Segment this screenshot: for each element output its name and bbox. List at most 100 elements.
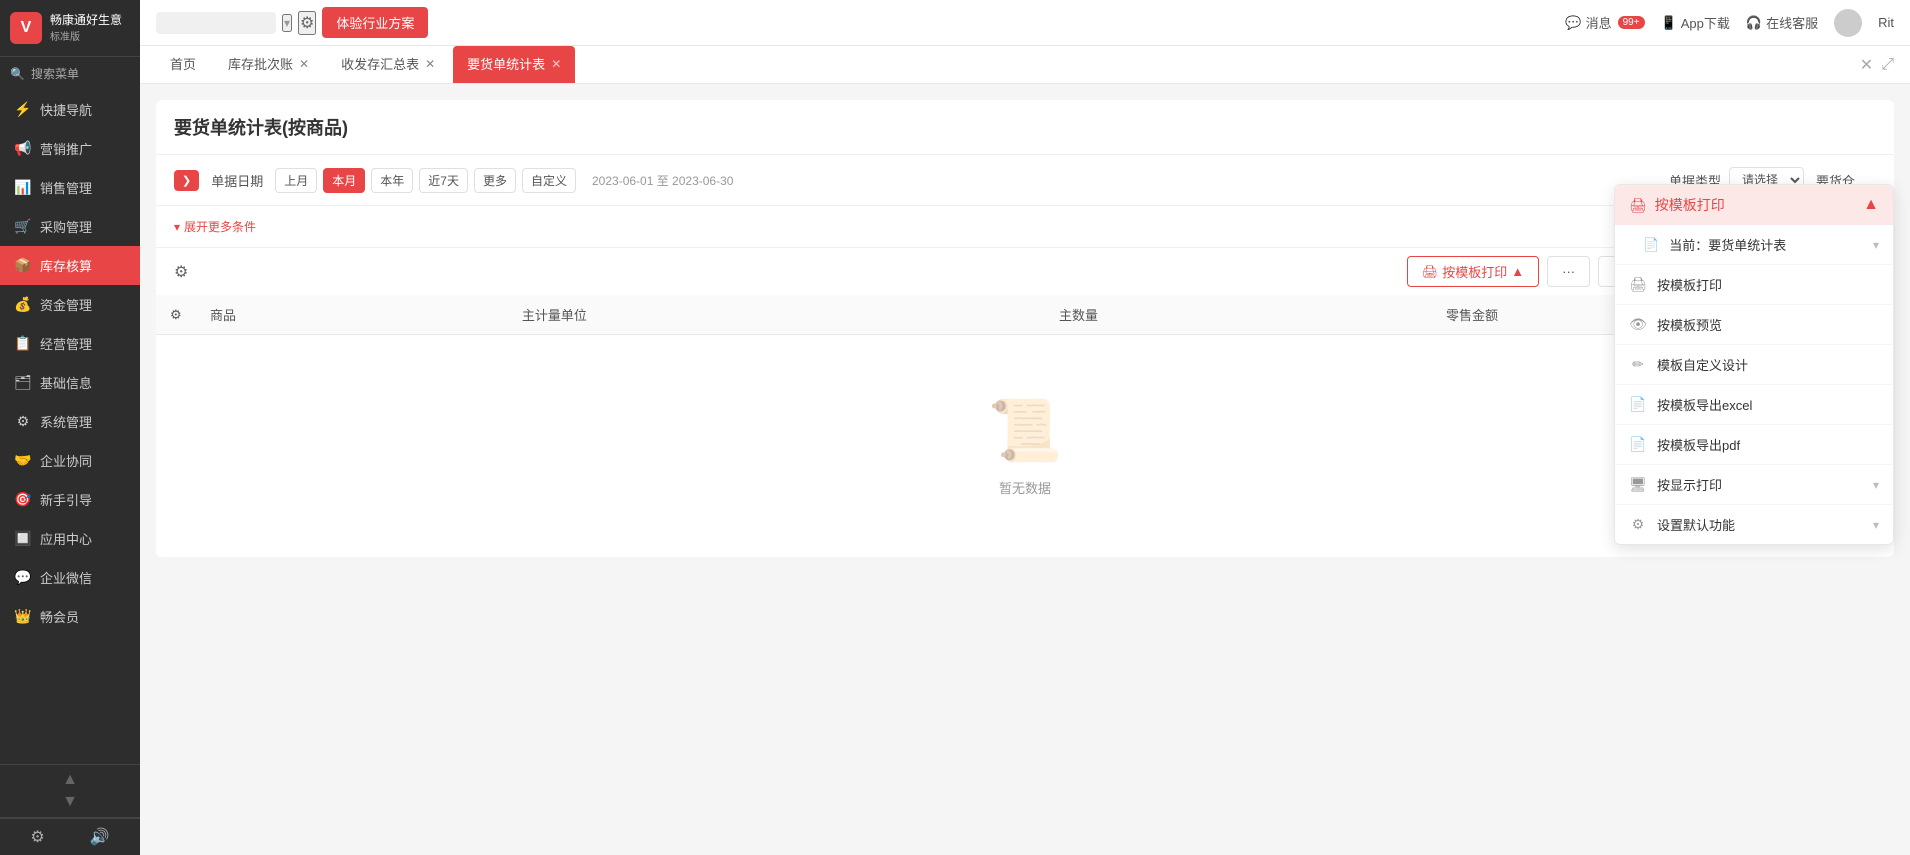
sidebar-item-inventory[interactable]: 📦 库存核算 — [0, 246, 140, 285]
topbar-right: 💬 消息 99+ 📱 App下载 🎧 在线客服 Rit — [1565, 9, 1894, 37]
sidebar: V 畅康通好生意 标准版 🔍 搜索菜单 ⚡ 快捷导航 📢 营销推广 📊 销售管理… — [0, 0, 140, 855]
sidebar-audio-icon[interactable]: 🔊 — [90, 827, 110, 847]
dropdown-item-template-excel[interactable]: 📄 按模板导出excel — [1615, 385, 1893, 425]
tab-order-stats[interactable]: 要货单统计表 ✕ — [453, 46, 575, 83]
template-print-label: 按模板打印 — [1657, 275, 1722, 294]
user-name: Rit — [1878, 15, 1894, 30]
sidebar-item-system[interactable]: ⚙ 系统管理 — [0, 402, 140, 441]
tab-batch-accounts[interactable]: 库存批次账 ✕ — [214, 46, 323, 83]
tab-home[interactable]: 首页 — [156, 46, 210, 83]
sidebar-item-sales[interactable]: 📊 销售管理 — [0, 168, 140, 207]
tab-order-stats-close[interactable]: ✕ — [551, 57, 561, 71]
sidebar-item-label: 企业微信 — [40, 568, 92, 587]
sidebar-item-finance[interactable]: 💰 资金管理 — [0, 285, 140, 324]
tabbar: 首页 库存批次账 ✕ 收发存汇总表 ✕ 要货单统计表 ✕ ✕ ⤢ — [140, 46, 1910, 84]
dropdown-item-template-preview[interactable]: 👁 按模板预览 — [1615, 305, 1893, 345]
dropdown-item-default-fn[interactable]: ⚙ 设置默认功能 ▾ — [1615, 505, 1893, 544]
sidebar-item-marketing[interactable]: 📢 营销推广 — [0, 129, 140, 168]
topbar-breadcrumb: ▾ ⚙ 体验行业方案 — [156, 7, 1555, 38]
topbar-app-download[interactable]: 📱 App下载 — [1661, 13, 1730, 32]
filter-custom-btn[interactable]: 自定义 — [522, 168, 576, 193]
filter-last-month-btn[interactable]: 上月 — [275, 168, 317, 193]
sidebar-logo: V 畅康通好生意 标准版 — [0, 0, 140, 57]
topbar-search-input[interactable] — [156, 12, 276, 34]
tabbar-expand-btn[interactable]: ⤢ — [1881, 55, 1894, 75]
filter-expand-btn[interactable]: ▾ 展开更多条件 — [174, 212, 256, 241]
message-icon: 💬 — [1565, 15, 1581, 31]
filter-this-month-btn[interactable]: 本月 — [323, 168, 365, 193]
default-fn-arrow: ▾ — [1873, 518, 1879, 532]
topbar-message[interactable]: 💬 消息 99+ — [1565, 13, 1644, 32]
sidebar-item-label: 新手引导 — [40, 490, 92, 509]
dropdown-current-template[interactable]: 📄 当前：要货单统计表 ▾ — [1615, 225, 1893, 265]
sidebar-item-quick-nav[interactable]: ⚡ 快捷导航 — [0, 90, 140, 129]
scroll-up-btn[interactable]: ▲ — [60, 769, 80, 791]
dropdown-item-template-design[interactable]: ✏ 模板自定义设计 — [1615, 345, 1893, 385]
topbar-dropdown-btn[interactable]: ▾ — [282, 14, 292, 32]
industry-btn[interactable]: 体验行业方案 — [322, 7, 428, 38]
display-print-label: 按显示打印 — [1657, 475, 1722, 494]
sidebar-item-operation[interactable]: 📋 经营管理 — [0, 324, 140, 363]
empty-illustration: 📜 — [988, 395, 1063, 466]
col-quantity: 主数量 — [1045, 295, 1432, 335]
purchase-icon: 🛒 — [14, 218, 32, 235]
toolbar-col-settings-btn[interactable]: ⚙ — [174, 262, 188, 282]
print-icon: 🖨 — [1422, 264, 1439, 280]
dropdown-item-template-pdf[interactable]: 📄 按模板导出pdf — [1615, 425, 1893, 465]
sidebar-item-label: 采购管理 — [40, 217, 92, 236]
tab-receivables[interactable]: 收发存汇总表 ✕ — [327, 46, 449, 83]
filter-date-label: 单据日期 — [211, 171, 263, 190]
sidebar-item-label: 系统管理 — [40, 412, 92, 431]
topbar-settings-btn[interactable]: ⚙ — [298, 11, 316, 35]
topbar-online-service[interactable]: 🎧 在线客服 — [1746, 13, 1818, 32]
sidebar-item-app[interactable]: 🔲 应用中心 — [0, 519, 140, 558]
filter-7days-btn[interactable]: 近7天 — [419, 168, 468, 193]
sidebar-item-wechat[interactable]: 💬 企业微信 — [0, 558, 140, 597]
sidebar-search[interactable]: 🔍 搜索菜单 — [0, 57, 140, 90]
sidebar-item-basic[interactable]: 🗂 基础信息 — [0, 363, 140, 402]
empty-text: 暂无数据 — [999, 478, 1051, 497]
system-icon: ⚙ — [14, 413, 32, 430]
sidebar-scroll-controls: ▲ ▼ — [0, 764, 140, 818]
sidebar-item-label: 销售管理 — [40, 178, 92, 197]
sidebar-item-label: 企业协同 — [40, 451, 92, 470]
main-area: ▾ ⚙ 体验行业方案 💬 消息 99+ 📱 App下载 🎧 在线客服 Rit — [140, 0, 1910, 855]
tab-receivables-label: 收发存汇总表 — [341, 54, 419, 73]
dropdown-chevron-icon[interactable]: ▲ — [1863, 196, 1879, 214]
filter-this-year-btn[interactable]: 本年 — [371, 168, 413, 193]
app-icon: 🔲 — [14, 530, 32, 547]
sidebar-nav: ⚡ 快捷导航 📢 营销推广 📊 销售管理 🛒 采购管理 📦 库存核算 💰 资金管… — [0, 90, 140, 764]
dropdown-item-display-print[interactable]: 🖥 按显示打印 ▾ — [1615, 465, 1893, 505]
sidebar-item-enterprise[interactable]: 🤝 企业协同 — [0, 441, 140, 480]
sidebar-item-guide[interactable]: 🎯 新手引导 — [0, 480, 140, 519]
template-design-label: 模板自定义设计 — [1657, 355, 1748, 374]
topbar: ▾ ⚙ 体验行业方案 💬 消息 99+ 📱 App下载 🎧 在线客服 Rit — [140, 0, 1910, 46]
more-options-btn[interactable]: ··· — [1547, 256, 1590, 287]
app-name: 畅康通好生意 — [50, 13, 122, 29]
filter-toggle-btn[interactable]: ❯ — [174, 170, 199, 191]
print-template-btn[interactable]: 🖨 按模板打印 ▲ — [1407, 256, 1539, 287]
dropdown-item-template-print[interactable]: 🖨 按模板打印 — [1615, 265, 1893, 305]
col-settings: ⚙ — [156, 295, 196, 335]
sidebar-item-purchase[interactable]: 🛒 采购管理 — [0, 207, 140, 246]
user-avatar[interactable] — [1834, 9, 1862, 37]
sidebar-item-label: 库存核算 — [40, 256, 92, 275]
tabbar-close-btn[interactable]: ✕ — [1860, 55, 1873, 75]
filter-more-btn[interactable]: 更多 — [474, 168, 516, 193]
template-preview-icon: 👁 — [1629, 316, 1647, 333]
quick-nav-icon: ⚡ — [14, 101, 32, 118]
sidebar-item-member[interactable]: 👑 畅会员 — [0, 597, 140, 636]
inventory-icon: 📦 — [14, 257, 32, 274]
filter-date-range: 2023-06-01 至 2023-06-30 — [592, 172, 733, 189]
app-download-icon: 📱 — [1661, 15, 1677, 31]
search-icon: 🔍 — [10, 67, 25, 81]
sidebar-settings-icon[interactable]: ⚙ — [30, 827, 44, 847]
guide-icon: 🎯 — [14, 491, 32, 508]
tab-batch-accounts-close[interactable]: ✕ — [299, 57, 309, 71]
scroll-down-btn[interactable]: ▼ — [60, 791, 80, 813]
dropdown-title: 按模板打印 — [1655, 195, 1725, 215]
template-design-icon: ✏ — [1629, 356, 1647, 373]
filter-expand-label: 展开更多条件 — [184, 218, 256, 235]
tab-receivables-close[interactable]: ✕ — [425, 57, 435, 71]
sidebar-item-label: 快捷导航 — [40, 100, 92, 119]
